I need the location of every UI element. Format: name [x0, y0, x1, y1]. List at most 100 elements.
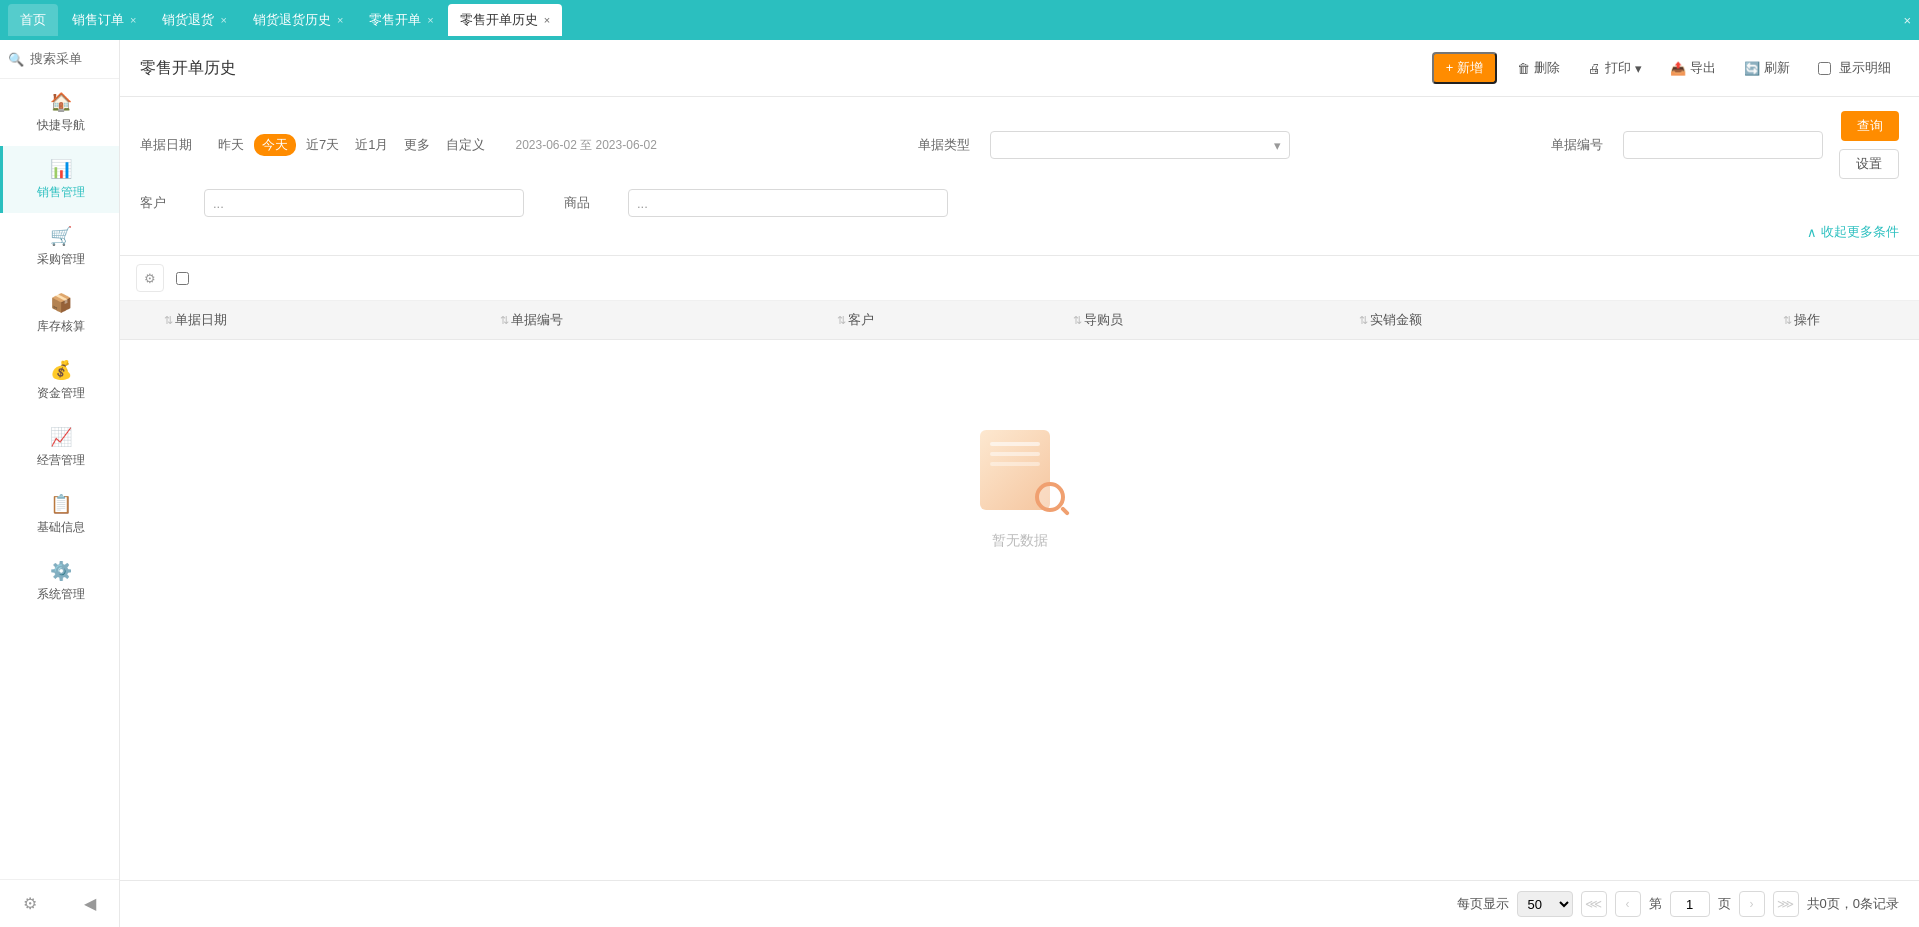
total-info: 共0页，0条记录	[1807, 895, 1899, 913]
sidebar-item-sales-mgmt[interactable]: 📊 销售管理	[0, 146, 119, 213]
page-label: 第	[1649, 895, 1662, 913]
select-all-checkbox[interactable]	[176, 272, 189, 285]
export-icon: 📤	[1670, 61, 1686, 76]
date-shortcut-custom[interactable]: 自定义	[440, 134, 491, 156]
page-suffix: 页	[1718, 895, 1731, 913]
display-detail-button[interactable]: 显示明细	[1810, 55, 1899, 81]
tab-close-sales-return[interactable]: ×	[220, 14, 226, 26]
delete-button[interactable]: 🗑 删除	[1509, 55, 1568, 81]
next-page-btn[interactable]: ›	[1739, 891, 1765, 917]
empty-state: 暂无数据	[120, 340, 1919, 630]
table-header: ⇅单据日期⇅单据编号⇅客户⇅导购员⇅实销金额⇅操作	[120, 301, 1919, 340]
collapse-row: ∧ 收起更多条件	[140, 217, 1899, 241]
date-range-display: 2023-06-02 至 2023-06-02	[515, 137, 656, 154]
tab-close-sales-order[interactable]: ×	[130, 14, 136, 26]
sort-icon-guide[interactable]: ⇅	[1073, 314, 1082, 326]
tab-close-sales-return-history[interactable]: ×	[337, 14, 343, 26]
customer-input-dots: ...	[213, 196, 224, 211]
sidebar-collapse-btn[interactable]: ◀	[76, 890, 104, 917]
sidebar-icon-inventory: 📦	[50, 292, 72, 314]
display-detail-checkbox[interactable]	[1818, 62, 1831, 75]
page-title: 零售开单历史	[140, 58, 236, 79]
page-number-input[interactable]	[1670, 891, 1710, 917]
tab-retail-open[interactable]: 零售开单×	[357, 4, 445, 36]
sort-icon-number[interactable]: ⇅	[500, 314, 509, 326]
sort-icon-date[interactable]: ⇅	[164, 314, 173, 326]
sidebar-item-inventory[interactable]: 📦 库存核算	[0, 280, 119, 347]
search-order-btn[interactable]: 🔍 搜索采单	[0, 40, 119, 79]
doc-number-label: 单据编号	[1551, 136, 1607, 154]
top-bar-right: ×	[1903, 13, 1911, 28]
export-button[interactable]: 📤 导出	[1662, 55, 1724, 81]
tab-retail-open-history[interactable]: 零售开单历史×	[448, 4, 562, 36]
tab-close-retail-open-history[interactable]: ×	[544, 14, 550, 26]
refresh-button[interactable]: 🔄 刷新	[1736, 55, 1798, 81]
sidebar-item-quick-nav[interactable]: 🏠 快捷导航	[0, 79, 119, 146]
goods-input[interactable]: ...	[628, 189, 948, 217]
pagination: 每页显示 50 10 20 100 ⋘ ‹ 第 页 › ⋙ 共0页，0条记录	[120, 880, 1919, 927]
tab-sales-order[interactable]: 销售订单×	[60, 4, 148, 36]
th-date: ⇅单据日期	[152, 301, 488, 340]
tab-close-retail-open[interactable]: ×	[427, 14, 433, 26]
filter-row-2: 客户 ... 商品 ...	[140, 189, 1899, 217]
th-checkbox	[120, 301, 152, 340]
doc-type-select[interactable]: ▾	[990, 131, 1290, 159]
tab-home[interactable]: 首页	[8, 4, 58, 36]
search-icon: 🔍	[8, 52, 24, 67]
tab-sales-return-history[interactable]: 销货退货历史×	[241, 4, 355, 36]
sidebar-item-purchase-mgmt[interactable]: 🛒 采购管理	[0, 213, 119, 280]
sidebar-bottom: ⚙ ◀	[0, 879, 119, 927]
sidebar-settings-btn[interactable]: ⚙	[15, 890, 45, 917]
customer-input[interactable]: ...	[204, 189, 524, 217]
new-button[interactable]: + 新增	[1432, 52, 1497, 84]
sidebar-item-finance[interactable]: 💰 资金管理	[0, 347, 119, 414]
th-guide: ⇅导购员	[1061, 301, 1347, 340]
th-customer: ⇅客户	[825, 301, 1061, 340]
sort-icon-customer[interactable]: ⇅	[837, 314, 846, 326]
layout: 🔍 搜索采单 🏠 快捷导航 📊 销售管理 🛒 采购管理 📦 库存核算 💰 资金管…	[0, 40, 1919, 927]
per-page-label: 每页显示	[1457, 895, 1509, 913]
column-settings-btn[interactable]: ⚙	[136, 264, 164, 292]
table-header-row: ⇅单据日期⇅单据编号⇅客户⇅导购员⇅实销金额⇅操作	[120, 301, 1919, 340]
sidebar-label-sales-mgmt: 销售管理	[37, 184, 85, 201]
first-page-btn[interactable]: ⋘	[1581, 891, 1607, 917]
print-button[interactable]: 🖨 打印 ▾	[1580, 55, 1650, 81]
date-shortcut-yesterday[interactable]: 昨天	[212, 134, 250, 156]
last-page-btn[interactable]: ⋙	[1773, 891, 1799, 917]
goods-filter-group: 商品 ...	[564, 189, 948, 217]
settings-button[interactable]: 设置	[1839, 149, 1899, 179]
sidebar-item-operations[interactable]: 📈 经营管理	[0, 414, 119, 481]
page-actions: + 新增 🗑 删除 🖨 打印 ▾ 📤 导出 🔄 刷新	[1432, 52, 1899, 84]
collapse-label: 收起更多条件	[1821, 223, 1899, 241]
sidebar-item-basic-info[interactable]: 📋 基础信息	[0, 481, 119, 548]
date-shortcut-today[interactable]: 今天	[254, 134, 296, 156]
top-bar: 首页销售订单×销货退货×销货退货历史×零售开单×零售开单历史× ×	[0, 0, 1919, 40]
sidebar-icon-system-mgmt: ⚙️	[50, 560, 72, 582]
refresh-label: 刷新	[1764, 59, 1790, 77]
doc-number-input[interactable]	[1623, 131, 1823, 159]
th-actions: ⇅操作	[1683, 301, 1919, 340]
sidebar-label-basic-info: 基础信息	[37, 519, 85, 536]
sidebar-item-system-mgmt[interactable]: ⚙️ 系统管理	[0, 548, 119, 615]
sidebar-icon-purchase-mgmt: 🛒	[50, 225, 72, 247]
query-button[interactable]: 查询	[1841, 111, 1899, 141]
date-shortcut-last1month[interactable]: 近1月	[349, 134, 394, 156]
close-window-btn[interactable]: ×	[1903, 13, 1911, 28]
th-number: ⇅单据编号	[488, 301, 824, 340]
customer-filter-group: 客户 ...	[140, 189, 524, 217]
customer-label: 客户	[140, 194, 196, 212]
date-shortcut-last7days[interactable]: 近7天	[300, 134, 345, 156]
export-label: 导出	[1690, 59, 1716, 77]
collapse-button[interactable]: ∧ 收起更多条件	[1807, 223, 1899, 241]
print-dropdown-icon: ▾	[1635, 61, 1642, 76]
select-arrow-icon: ▾	[1274, 138, 1281, 153]
filter-row-1: 单据日期 昨天今天近7天近1月更多自定义 2023-06-02 至 2023-0…	[140, 111, 1899, 179]
delete-icon: 🗑	[1517, 61, 1530, 76]
date-shortcut-more[interactable]: 更多	[398, 134, 436, 156]
sidebar-icon-sales-mgmt: 📊	[50, 158, 72, 180]
sort-icon-actions[interactable]: ⇅	[1783, 314, 1792, 326]
sort-icon-amount[interactable]: ⇅	[1359, 314, 1368, 326]
tab-sales-return[interactable]: 销货退货×	[150, 4, 238, 36]
per-page-select[interactable]: 50 10 20 100	[1517, 891, 1573, 917]
prev-page-btn[interactable]: ‹	[1615, 891, 1641, 917]
